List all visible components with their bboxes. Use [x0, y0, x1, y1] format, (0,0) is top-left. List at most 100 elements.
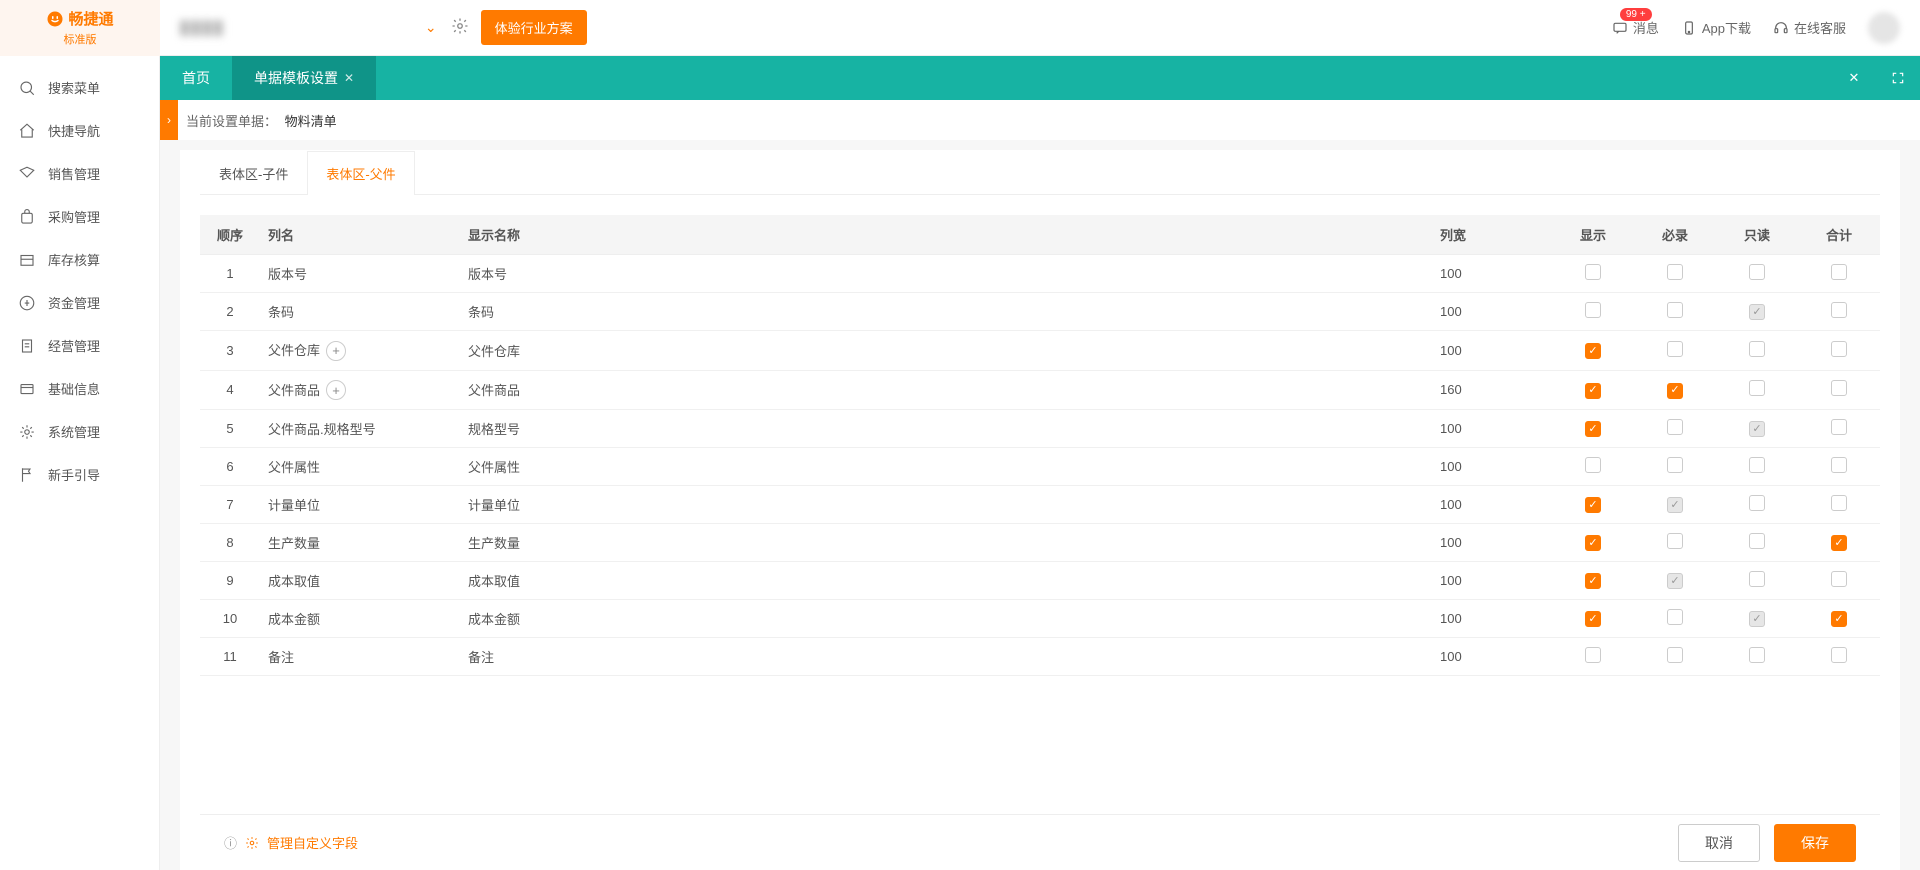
checkbox[interactable]: [1585, 535, 1601, 551]
sidebar-item-0[interactable]: 搜索菜单: [0, 66, 159, 109]
cell-width[interactable]: 100: [1432, 410, 1552, 448]
checkbox[interactable]: [1667, 264, 1683, 280]
sidebar-item-8[interactable]: 系统管理: [0, 410, 159, 453]
checkbox[interactable]: [1749, 457, 1765, 473]
tab-close-all[interactable]: ✕: [1832, 56, 1876, 100]
cell-width[interactable]: 100: [1432, 638, 1552, 676]
checkbox[interactable]: [1585, 647, 1601, 663]
cell-name[interactable]: 版本号: [260, 255, 460, 293]
cell-display[interactable]: 生产数量: [460, 524, 1432, 562]
cell-display[interactable]: 成本金额: [460, 600, 1432, 638]
close-icon[interactable]: ✕: [344, 71, 354, 85]
checkbox[interactable]: [1667, 647, 1683, 663]
tab-home[interactable]: 首页: [160, 56, 232, 100]
checkbox[interactable]: [1831, 535, 1847, 551]
support-link[interactable]: 在线客服: [1773, 18, 1846, 37]
checkbox[interactable]: [1667, 302, 1683, 318]
cell-name[interactable]: 备注: [260, 638, 460, 676]
sidebar-item-5[interactable]: 资金管理: [0, 281, 159, 324]
cell-width[interactable]: 100: [1432, 524, 1552, 562]
cell-name[interactable]: 成本取值: [260, 562, 460, 600]
cell-width[interactable]: 100: [1432, 293, 1552, 331]
cell-display[interactable]: 规格型号: [460, 410, 1432, 448]
checkbox[interactable]: [1749, 533, 1765, 549]
cell-width[interactable]: 100: [1432, 562, 1552, 600]
checkbox[interactable]: [1749, 495, 1765, 511]
checkbox[interactable]: [1749, 571, 1765, 587]
cell-display[interactable]: 父件属性: [460, 448, 1432, 486]
save-button[interactable]: 保存: [1774, 824, 1856, 862]
experience-button[interactable]: 体验行业方案: [481, 10, 587, 45]
avatar[interactable]: [1868, 12, 1900, 44]
gear-icon[interactable]: [451, 17, 469, 38]
add-sub-column-button[interactable]: +: [326, 341, 346, 361]
checkbox[interactable]: [1585, 383, 1601, 399]
panel-toggle[interactable]: ›: [160, 100, 178, 140]
sidebar-item-4[interactable]: 库存核算: [0, 238, 159, 281]
checkbox[interactable]: [1667, 533, 1683, 549]
checkbox[interactable]: [1667, 419, 1683, 435]
cell-display[interactable]: 条码: [460, 293, 1432, 331]
cell-name[interactable]: 成本金额: [260, 600, 460, 638]
sidebar-item-6[interactable]: 经营管理: [0, 324, 159, 367]
cell-display[interactable]: 父件商品: [460, 370, 1432, 410]
checkbox[interactable]: [1831, 647, 1847, 663]
cell-display[interactable]: 父件仓库: [460, 331, 1432, 371]
checkbox[interactable]: [1831, 380, 1847, 396]
cell-width[interactable]: 100: [1432, 448, 1552, 486]
checkbox[interactable]: [1749, 380, 1765, 396]
add-sub-column-button[interactable]: +: [326, 380, 346, 400]
cell-width[interactable]: 160: [1432, 370, 1552, 410]
cancel-button[interactable]: 取消: [1678, 824, 1760, 862]
cell-display[interactable]: 备注: [460, 638, 1432, 676]
checkbox[interactable]: [1749, 264, 1765, 280]
checkbox[interactable]: [1831, 302, 1847, 318]
subtab-child[interactable]: 表体区-子件: [200, 151, 307, 195]
checkbox[interactable]: [1667, 341, 1683, 357]
cell-name[interactable]: 父件属性: [260, 448, 460, 486]
checkbox[interactable]: [1749, 341, 1765, 357]
sidebar-item-1[interactable]: 快捷导航: [0, 109, 159, 152]
manage-custom-fields-link[interactable]: ⓘ 管理自定义字段: [224, 833, 358, 852]
checkbox[interactable]: [1831, 611, 1847, 627]
cell-display[interactable]: 计量单位: [460, 486, 1432, 524]
checkbox[interactable]: [1831, 419, 1847, 435]
checkbox[interactable]: [1585, 611, 1601, 627]
checkbox[interactable]: [1585, 573, 1601, 589]
cell-width[interactable]: 100: [1432, 486, 1552, 524]
checkbox[interactable]: [1585, 421, 1601, 437]
app-download-link[interactable]: App下载: [1681, 18, 1751, 37]
checkbox[interactable]: [1667, 383, 1683, 399]
checkbox[interactable]: [1667, 457, 1683, 473]
checkbox[interactable]: [1585, 457, 1601, 473]
chevron-down-icon[interactable]: ⌄: [425, 19, 437, 36]
cell-name[interactable]: 计量单位: [260, 486, 460, 524]
cell-display[interactable]: 版本号: [460, 255, 1432, 293]
cell-name[interactable]: 父件仓库+: [260, 331, 460, 371]
cell-name[interactable]: 条码: [260, 293, 460, 331]
cell-width[interactable]: 100: [1432, 600, 1552, 638]
cell-width[interactable]: 100: [1432, 331, 1552, 371]
company-selector[interactable]: ████: [160, 20, 245, 35]
sidebar-item-9[interactable]: 新手引导: [0, 453, 159, 496]
fullscreen-icon[interactable]: [1876, 56, 1920, 100]
checkbox[interactable]: [1749, 647, 1765, 663]
cell-display[interactable]: 成本取值: [460, 562, 1432, 600]
sidebar-item-3[interactable]: 采购管理: [0, 195, 159, 238]
checkbox[interactable]: [1585, 302, 1601, 318]
checkbox[interactable]: [1831, 571, 1847, 587]
sidebar-item-7[interactable]: 基础信息: [0, 367, 159, 410]
checkbox[interactable]: [1831, 341, 1847, 357]
cell-name[interactable]: 生产数量: [260, 524, 460, 562]
cell-name[interactable]: 父件商品.规格型号: [260, 410, 460, 448]
checkbox[interactable]: [1831, 264, 1847, 280]
checkbox[interactable]: [1585, 264, 1601, 280]
cell-width[interactable]: 100: [1432, 255, 1552, 293]
cell-name[interactable]: 父件商品+: [260, 370, 460, 410]
checkbox[interactable]: [1585, 497, 1601, 513]
messages-link[interactable]: 99 + 消息: [1612, 18, 1659, 37]
checkbox[interactable]: [1585, 343, 1601, 359]
checkbox[interactable]: [1667, 609, 1683, 625]
tab-template-settings[interactable]: 单据模板设置 ✕: [232, 56, 376, 100]
checkbox[interactable]: [1831, 457, 1847, 473]
